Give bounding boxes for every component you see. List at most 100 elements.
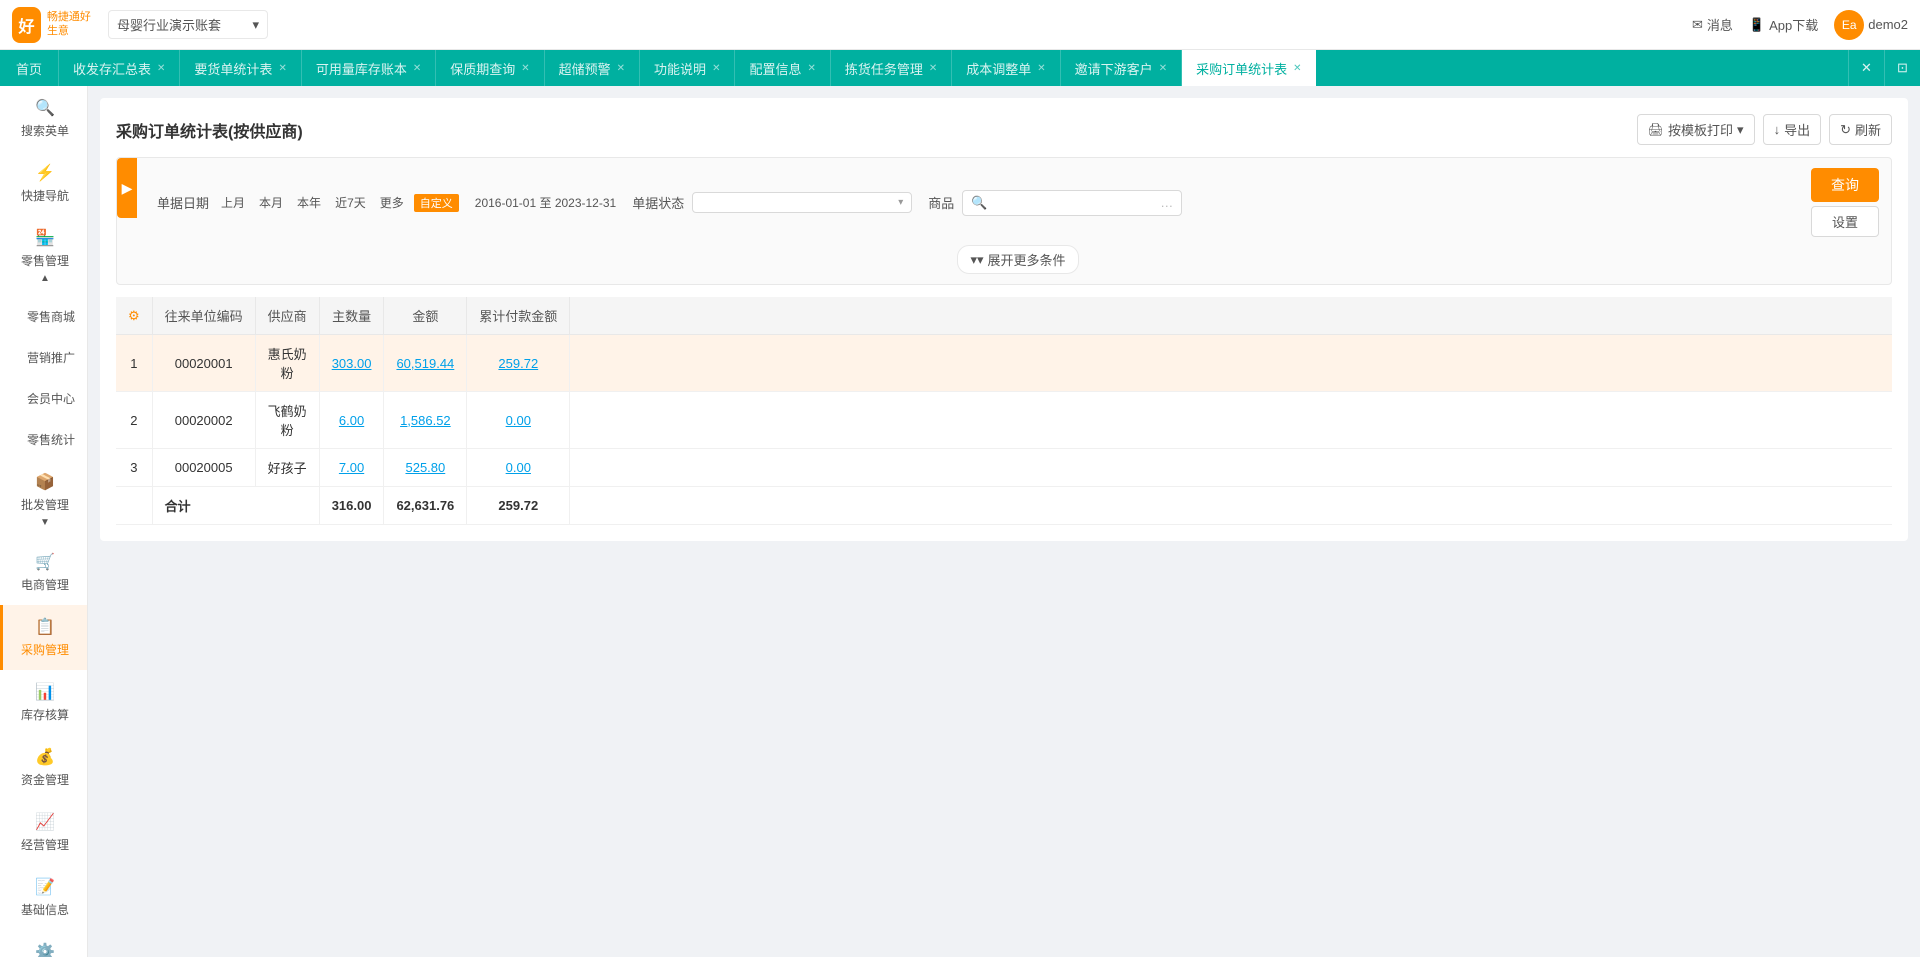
th-settings[interactable]: ⚙ [116, 297, 152, 335]
sidebar-label-batch: 批发管理 [21, 496, 69, 513]
quantity-link[interactable]: 7.00 [339, 460, 364, 475]
tab-cost-adjust[interactable]: 成本调整单 ✕ [952, 50, 1060, 86]
filter-status-select[interactable]: ▾ [692, 192, 912, 213]
sidebar-item-batch[interactable]: 📦 批发管理 ▼ [0, 460, 87, 540]
tab-home[interactable]: 首页 [0, 50, 59, 86]
filter-goods-input-box[interactable]: 🔍 … [962, 190, 1182, 216]
page-title: 采购订单统计表(按供应商) [116, 118, 303, 142]
sidebar-item-purchase[interactable]: 📋 采购管理 [0, 605, 87, 670]
shortcut-this-month[interactable]: 本月 [255, 192, 287, 213]
tab-goods-summary-close-icon[interactable]: ✕ [278, 63, 286, 74]
amount-link[interactable]: 1,586.52 [400, 413, 451, 428]
td-row-no: 3 [116, 449, 152, 487]
td-amount: 60,519.44 [384, 335, 467, 392]
filter-expand-row: ▾▾ 展开更多条件 [157, 245, 1879, 274]
tab-stock-book-close-icon[interactable]: ✕ [413, 63, 421, 74]
td-extra [570, 335, 1892, 392]
tab-receivable-close-icon[interactable]: ✕ [157, 63, 165, 74]
sidebar-label-retail-stats: 零售统计 [27, 431, 75, 448]
expand-more-button[interactable]: ▾▾ 展开更多条件 [957, 245, 1078, 274]
sidebar-item-member[interactable]: 会员中心 [0, 378, 87, 419]
tab-expiry-query[interactable]: 保质期查询 ✕ [436, 50, 544, 86]
sidebar-item-search[interactable]: 🔍 搜索英单 [0, 86, 87, 151]
tab-invite-downstream[interactable]: 邀请下游客户 ✕ [1061, 50, 1182, 86]
tab-overstock-warning-close-icon[interactable]: ✕ [617, 63, 625, 74]
tab-overstock-warning-label: 超储预警 [559, 59, 611, 78]
user-profile-btn[interactable]: Ea demo2 [1834, 10, 1908, 40]
tab-expiry-query-close-icon[interactable]: ✕ [521, 63, 529, 74]
tab-pick-task[interactable]: 拣货任务管理 ✕ [831, 50, 952, 86]
paid-amount-link[interactable]: 0.00 [506, 460, 531, 475]
shortcut-more[interactable]: 更多 [376, 192, 408, 213]
sidebar-item-retail-stats[interactable]: 零售统计 [0, 419, 87, 460]
tab-function-desc-close-icon[interactable]: ✕ [712, 63, 720, 74]
sidebar-item-basic-info[interactable]: 📝 基础信息 [0, 865, 87, 930]
refresh-icon: ↻ [1840, 122, 1851, 138]
shortcut-this-year[interactable]: 本年 [293, 192, 325, 213]
sidebar-label-basic-info: 基础信息 [21, 901, 69, 918]
sidebar-item-quick-nav[interactable]: ⚡ 快捷导航 [0, 151, 87, 216]
export-button[interactable]: ↓ 导出 [1763, 114, 1822, 145]
template-print-button[interactable]: 🖨 按模板打印 ▾ [1637, 114, 1755, 145]
tab-config-info-close-icon[interactable]: ✕ [807, 63, 815, 74]
settings-button[interactable]: 设置 [1811, 206, 1879, 237]
shortcut-last-month[interactable]: 上月 [217, 192, 249, 213]
content-area: 采购订单统计表(按供应商) 🖨 按模板打印 ▾ ↓ 导出 ↻ [88, 86, 1920, 957]
shortcut-last-7days[interactable]: 近7天 [331, 192, 370, 213]
tab-purchase-summary[interactable]: 采购订单统计表 ✕ [1182, 50, 1316, 86]
tab-config-info[interactable]: 配置信息 ✕ [735, 50, 830, 86]
td-amount: 525.80 [384, 449, 467, 487]
amount-link[interactable]: 60,519.44 [396, 356, 454, 371]
batch-expand-icon: ▼ [40, 517, 50, 528]
tab-receivable[interactable]: 收发存汇总表 ✕ [59, 50, 180, 86]
tab-function-desc[interactable]: 功能说明 ✕ [640, 50, 735, 86]
messages-btn[interactable]: ✉ 消息 [1692, 15, 1733, 34]
nav-close-btn[interactable]: ✕ [1848, 50, 1884, 86]
paid-amount-link[interactable]: 0.00 [506, 413, 531, 428]
filter-collapse-button[interactable]: ▶ [117, 158, 137, 218]
tab-invite-downstream-close-icon[interactable]: ✕ [1159, 63, 1167, 74]
tab-pick-task-close-icon[interactable]: ✕ [929, 63, 937, 74]
query-button[interactable]: 查询 [1811, 168, 1879, 202]
page-card: 采购订单统计表(按供应商) 🖨 按模板打印 ▾ ↓ 导出 ↻ [100, 98, 1908, 541]
workspace-selector[interactable]: 母婴行业演示账套 ▾ [108, 10, 268, 39]
table-header-row: ⚙ 往来单位编码 供应商 主数量 金额 累计付款金额 [116, 297, 1892, 335]
sidebar-item-ecommerce[interactable]: 🛒 电商管理 [0, 540, 87, 605]
nav-tabs-bar: 首页 收发存汇总表 ✕ 要货单统计表 ✕ 可用量库存账本 ✕ 保质期查询 ✕ 超… [0, 50, 1920, 86]
sidebar-item-retail-store[interactable]: 零售商城 [0, 296, 87, 337]
th-supplier: 供应商 [255, 297, 319, 335]
sidebar-item-operations[interactable]: 📈 经营管理 [0, 800, 87, 865]
tab-cost-adjust-close-icon[interactable]: ✕ [1037, 63, 1045, 74]
tab-purchase-summary-close-icon[interactable]: ✕ [1293, 63, 1301, 74]
search-icon: 🔍 [35, 98, 55, 118]
td-amount: 1,586.52 [384, 392, 467, 449]
sidebar-item-finance[interactable]: 💰 资金管理 [0, 735, 87, 800]
sidebar-item-system[interactable]: ⚙️ 系统管理 [0, 930, 87, 957]
tab-stock-book[interactable]: 可用量库存账本 ✕ [302, 50, 436, 86]
inventory-icon: 📊 [35, 682, 55, 702]
main-layout: 🔍 搜索英单 ⚡ 快捷导航 🏪 零售管理 ▲ 零售商城 营销推广 会员中心 零售… [0, 86, 1920, 957]
app-download-btn[interactable]: 📱 App下载 [1749, 15, 1818, 34]
refresh-button[interactable]: ↻ 刷新 [1829, 114, 1892, 145]
tab-pick-task-label: 拣货任务管理 [845, 59, 923, 78]
filter-status-group: 单据状态 ▾ [632, 192, 912, 213]
goods-search-icon: 🔍 [971, 195, 987, 211]
custom-date-badge[interactable]: 自定义 [414, 194, 459, 212]
sidebar-item-retail[interactable]: 🏪 零售管理 ▲ [0, 216, 87, 296]
page-actions: 🖨 按模板打印 ▾ ↓ 导出 ↻ 刷新 [1637, 114, 1893, 145]
sidebar-label-retail: 零售管理 [21, 252, 69, 269]
tab-goods-summary-label: 要货单统计表 [194, 59, 272, 78]
amount-link[interactable]: 525.80 [405, 460, 445, 475]
sidebar-item-inventory[interactable]: 📊 库存核算 [0, 670, 87, 735]
tab-overstock-warning[interactable]: 超储预警 ✕ [545, 50, 640, 86]
sidebar-item-marketing[interactable]: 营销推广 [0, 337, 87, 378]
paid-amount-link[interactable]: 259.72 [498, 356, 538, 371]
basic-info-icon: 📝 [35, 877, 55, 897]
quantity-link[interactable]: 303.00 [332, 356, 372, 371]
template-print-arrow-icon: ▾ [1737, 122, 1744, 138]
quantity-link[interactable]: 6.00 [339, 413, 364, 428]
tab-goods-summary[interactable]: 要货单统计表 ✕ [180, 50, 301, 86]
sidebar-label-search: 搜索英单 [21, 122, 69, 139]
top-bar: 好 畅捷通好生意 母婴行业演示账套 ▾ ✉ 消息 📱 App下载 Ea demo… [0, 0, 1920, 50]
nav-menu-btn[interactable]: ⊡ [1884, 50, 1920, 86]
